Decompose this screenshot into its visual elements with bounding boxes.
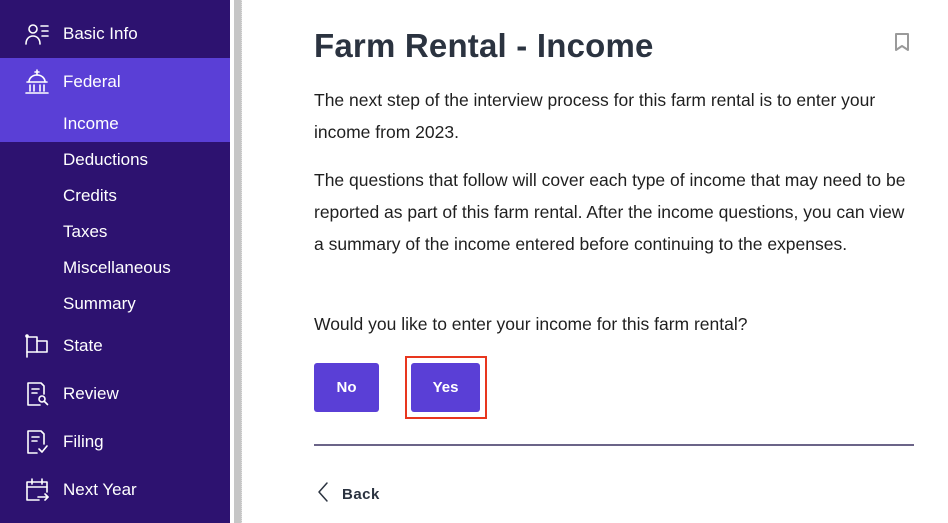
sidebar-item-basic-info[interactable]: Basic Info (0, 10, 230, 58)
question-text: Would you like to enter your income for … (314, 314, 748, 334)
bookmark-icon[interactable] (893, 32, 911, 52)
sidebar-item-filing[interactable]: Filing (0, 418, 230, 466)
sidebar-item-label: State (63, 336, 103, 355)
document-search-icon (23, 380, 51, 408)
scrollbar[interactable] (234, 0, 242, 523)
chevron-left-icon (316, 481, 330, 508)
sidebar-subitem-miscellaneous[interactable]: Miscellaneous (63, 250, 171, 286)
sidebar-item-label: Next Year (63, 480, 137, 499)
divider (314, 444, 914, 446)
page-title: Farm Rental - Income (314, 27, 654, 64)
sidebar-item-review[interactable]: Review (0, 370, 230, 418)
sidebar-item-label: Federal (63, 72, 121, 91)
back-label: Back (342, 485, 380, 503)
back-button[interactable]: Back (316, 481, 380, 508)
flag-icon (23, 332, 51, 360)
sidebar-subitem-credits[interactable]: Credits (63, 178, 117, 214)
intro-paragraph: The next step of the interview process f… (314, 90, 876, 142)
capitol-building-icon (23, 68, 51, 96)
sidebar-item-federal[interactable]: Federal (0, 58, 230, 106)
calendar-arrow-icon (23, 476, 51, 504)
sidebar-item-label: Review (63, 384, 119, 403)
no-button[interactable]: No (314, 363, 379, 412)
yes-button[interactable]: Yes (411, 363, 480, 412)
description-paragraph: The questions that follow will cover eac… (314, 170, 906, 254)
person-list-icon (23, 20, 51, 48)
document-check-icon (23, 428, 51, 456)
sidebar-item-label: Basic Info (63, 24, 138, 43)
sidebar-subitem-taxes[interactable]: Taxes (63, 214, 107, 250)
sidebar-subitem-income[interactable]: Income (63, 106, 119, 142)
sidebar-subitem-deductions[interactable]: Deductions (63, 142, 148, 178)
sidebar-item-label: Filing (63, 432, 104, 451)
sidebar-item-state[interactable]: State (0, 322, 230, 370)
sidebar: Basic Info Federal Income Deductions Cre… (0, 0, 230, 523)
sidebar-item-next-year[interactable]: Next Year (0, 466, 230, 514)
sidebar-subitem-summary[interactable]: Summary (63, 286, 136, 322)
